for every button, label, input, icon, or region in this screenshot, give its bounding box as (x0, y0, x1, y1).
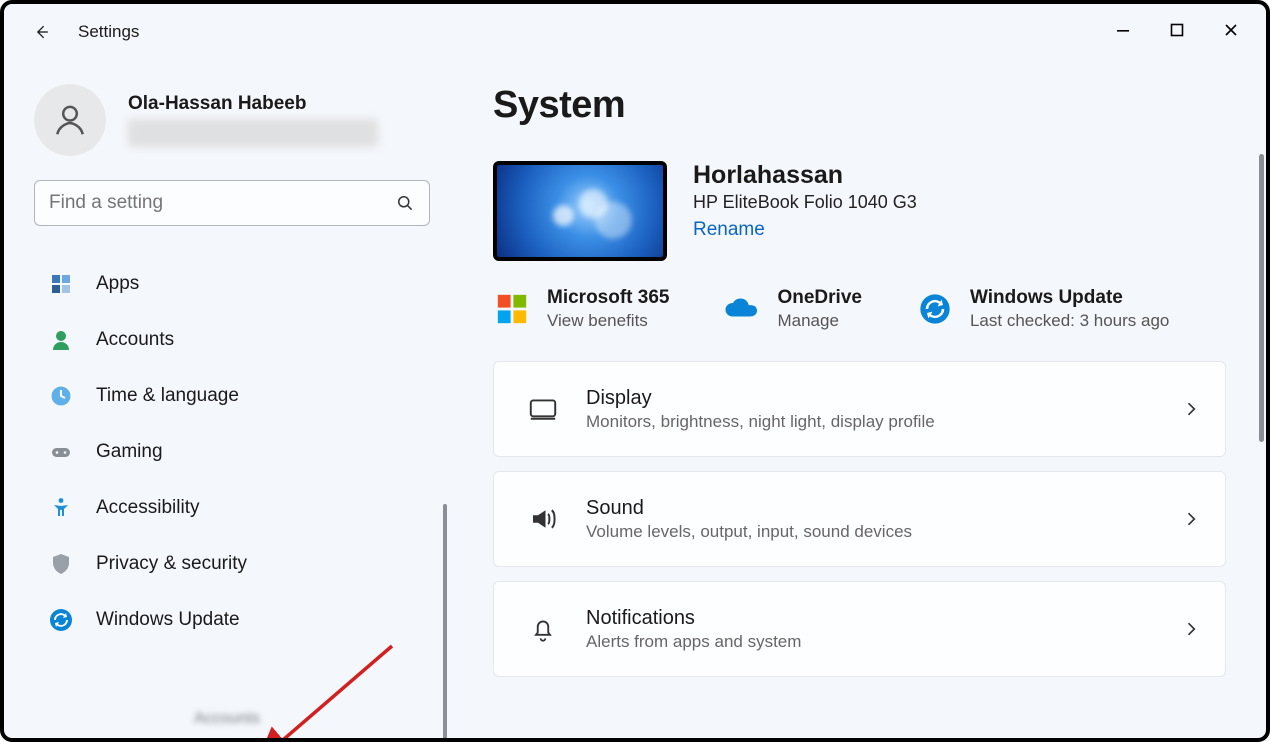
card-sub: Volume levels, output, input, sound devi… (586, 522, 1155, 542)
onedrive-icon (723, 290, 761, 328)
user-name: Ola-Hassan Habeeb (128, 93, 378, 115)
user-email-redacted (128, 119, 378, 147)
quick-onedrive[interactable]: OneDrive Manage (723, 287, 861, 331)
quick-sub: Last checked: 3 hours ago (970, 311, 1169, 331)
card-title: Sound (586, 497, 1155, 520)
quick-sub: View benefits (547, 311, 669, 331)
minimize-button[interactable] (1096, 10, 1150, 50)
sound-icon (526, 504, 560, 534)
quick-sub: Manage (777, 311, 861, 331)
display-icon (526, 398, 560, 420)
maximize-button[interactable] (1150, 10, 1204, 50)
sidebar-item-accessibility[interactable]: Accessibility (34, 480, 430, 536)
main-scrollbar[interactable] (1259, 154, 1264, 442)
sidebar-item-windows-update[interactable]: Windows Update (34, 592, 430, 648)
main-panel: System Horlahassan HP EliteBook Folio 10… (449, 60, 1266, 738)
chevron-right-icon (1181, 399, 1201, 419)
sidebar-scrollbar[interactable] (443, 504, 447, 738)
bell-icon (526, 615, 560, 643)
quick-title: OneDrive (777, 287, 861, 309)
app-title: Settings (78, 22, 139, 42)
settings-window: Settings Ola-Hassan Habeeb (0, 0, 1270, 742)
shield-icon (48, 551, 74, 577)
avatar-icon (34, 84, 106, 156)
search-input[interactable] (49, 192, 395, 214)
windows-update-icon (48, 607, 74, 633)
title-bar: Settings (4, 4, 1266, 60)
device-wallpaper-thumb[interactable] (493, 161, 667, 261)
accounts-icon (48, 327, 74, 353)
device-model: HP EliteBook Folio 1040 G3 (693, 192, 917, 213)
sidebar-item-apps[interactable]: Apps (34, 256, 430, 312)
search-icon (395, 193, 415, 213)
close-button[interactable] (1204, 10, 1258, 50)
card-sub: Alerts from apps and system (586, 632, 1155, 652)
card-title: Notifications (586, 607, 1155, 630)
card-notifications[interactable]: Notifications Alerts from apps and syste… (493, 581, 1226, 677)
sidebar-item-label: Accessibility (96, 497, 199, 519)
quick-microsoft365[interactable]: Microsoft 365 View benefits (493, 287, 669, 331)
back-button[interactable] (30, 20, 54, 44)
settings-cards: Display Monitors, brightness, night ligh… (493, 361, 1226, 677)
sidebar-item-label: Time & language (96, 385, 239, 407)
window-controls (1096, 10, 1258, 50)
update-sync-icon (916, 290, 954, 328)
sidebar-item-label: Apps (96, 273, 139, 295)
chevron-right-icon (1181, 619, 1201, 639)
rename-link[interactable]: Rename (693, 219, 765, 241)
quick-windows-update[interactable]: Windows Update Last checked: 3 hours ago (916, 287, 1169, 331)
quick-links: Microsoft 365 View benefits OneDrive Man… (493, 287, 1226, 331)
sidebar-item-privacy-security[interactable]: Privacy & security (34, 536, 430, 592)
device-name: Horlahassan (693, 161, 917, 190)
accessibility-icon (48, 495, 74, 521)
sidebar-item-label: Accounts (96, 329, 174, 351)
sidebar-nav: Apps Accounts Time & language (34, 256, 433, 648)
apps-icon (48, 271, 74, 297)
card-title: Display (586, 387, 1155, 410)
sidebar-item-label: Privacy & security (96, 553, 247, 575)
card-sound[interactable]: Sound Volume levels, output, input, soun… (493, 471, 1226, 567)
sidebar: Ola-Hassan Habeeb Apps (4, 60, 449, 738)
sidebar-item-time-language[interactable]: Time & language (34, 368, 430, 424)
sidebar-item-accounts[interactable]: Accounts (34, 312, 430, 368)
clock-globe-icon (48, 383, 74, 409)
gamepad-icon (48, 439, 74, 465)
sidebar-item-label: Windows Update (96, 609, 240, 631)
user-profile[interactable]: Ola-Hassan Habeeb (34, 84, 433, 156)
quick-title: Windows Update (970, 287, 1169, 309)
search-box[interactable] (34, 180, 430, 226)
microsoft-logo-icon (493, 290, 531, 328)
cutoff-peek: Accounts (194, 710, 394, 734)
device-info: Horlahassan HP EliteBook Folio 1040 G3 R… (493, 161, 1226, 261)
card-sub: Monitors, brightness, night light, displ… (586, 412, 1155, 432)
card-display[interactable]: Display Monitors, brightness, night ligh… (493, 361, 1226, 457)
quick-title: Microsoft 365 (547, 287, 669, 309)
chevron-right-icon (1181, 509, 1201, 529)
sidebar-item-label: Gaming (96, 441, 163, 463)
sidebar-item-gaming[interactable]: Gaming (34, 424, 430, 480)
page-title: System (493, 84, 1226, 127)
